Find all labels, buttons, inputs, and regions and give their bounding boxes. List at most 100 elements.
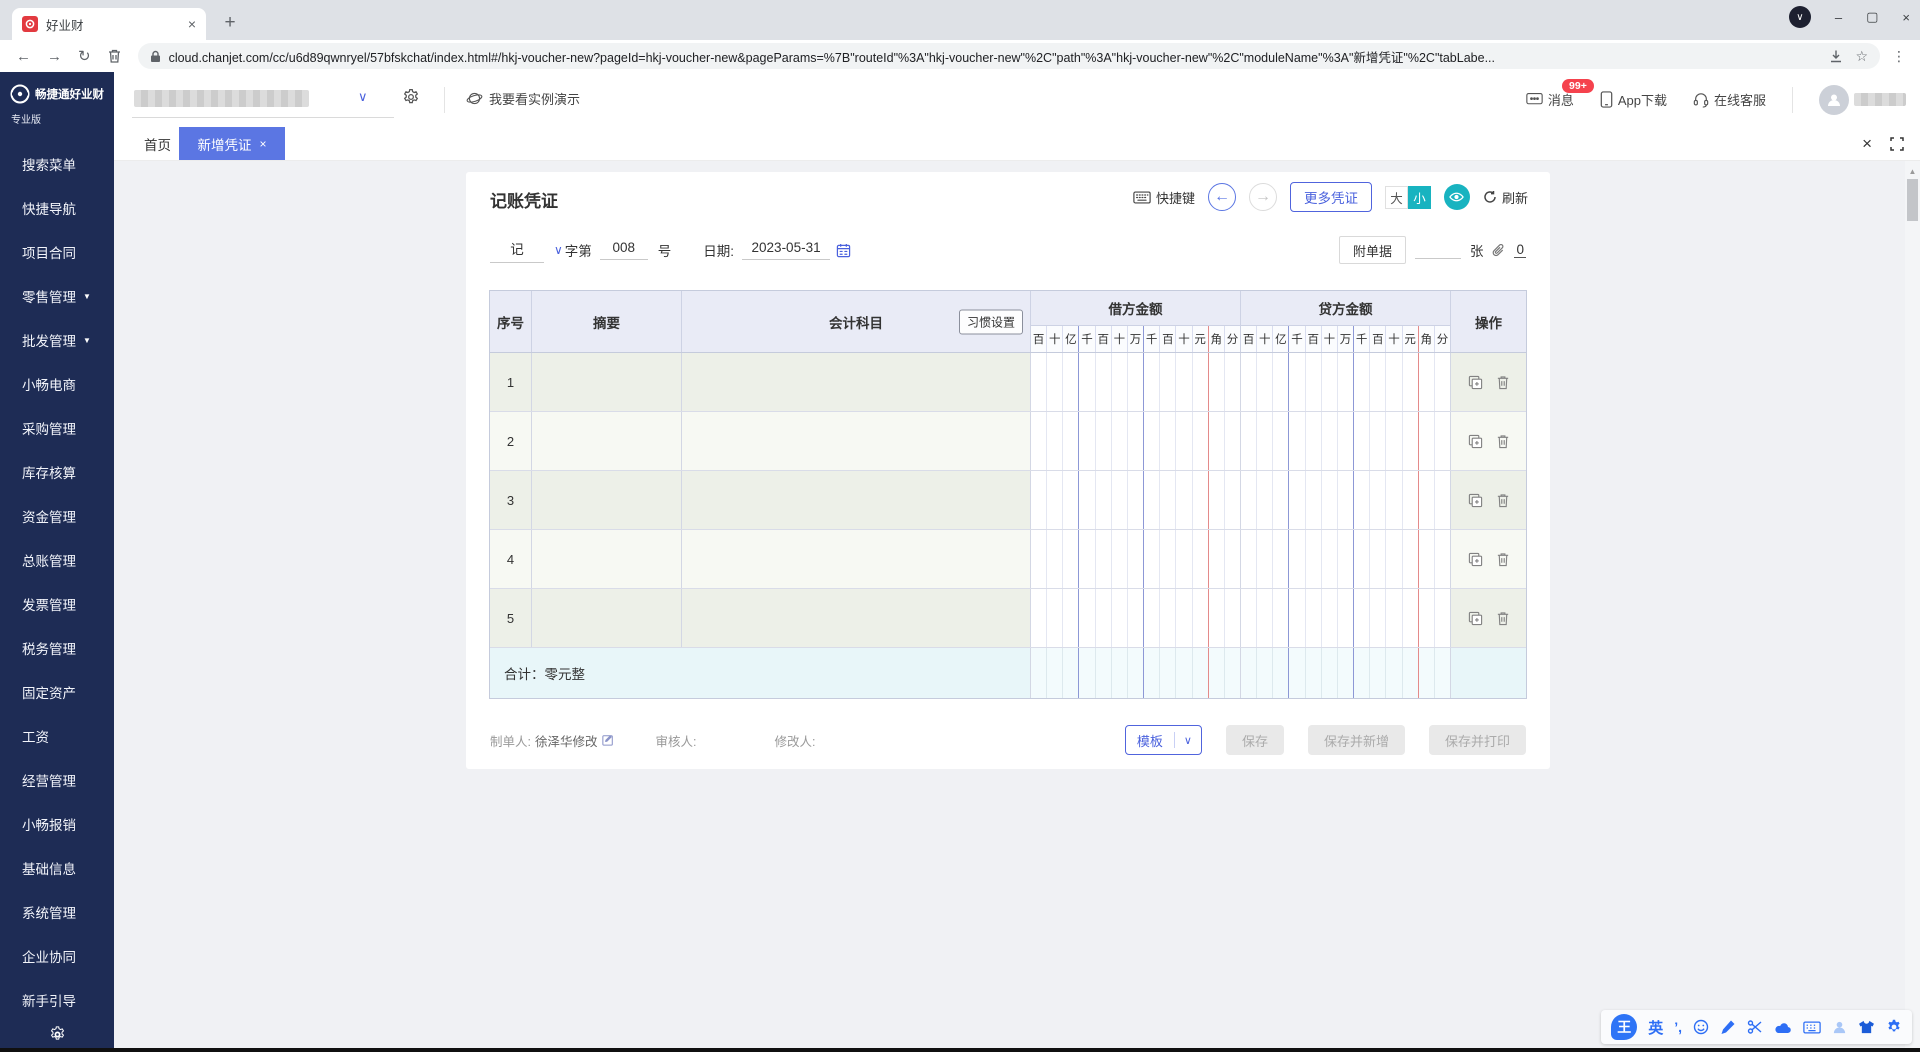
digit-cell[interactable] [1112, 412, 1128, 470]
digit-cell[interactable] [1047, 530, 1064, 588]
save-and-print-button[interactable]: 保存并打印 [1428, 725, 1526, 755]
digit-cell[interactable] [1370, 353, 1387, 411]
sidebar-item[interactable]: 采购管理 [0, 406, 114, 450]
header-gear-icon[interactable] [402, 88, 420, 106]
attach-count-input[interactable] [1414, 242, 1461, 259]
shortcut-keys-button[interactable]: 快捷键 [1133, 188, 1195, 207]
size-small-option[interactable]: 小 [1407, 185, 1431, 209]
digit-cell[interactable] [1354, 412, 1371, 470]
debit-amount-cell[interactable] [1031, 353, 1241, 411]
habit-settings-button[interactable]: 习惯设置 [958, 309, 1023, 334]
digit-cell[interactable] [1322, 471, 1338, 529]
bookmark-star-icon[interactable]: ☆ [1855, 48, 1868, 65]
digit-cell[interactable] [1144, 471, 1161, 529]
delete-row-icon[interactable] [1496, 434, 1510, 449]
copy-row-icon[interactable] [1468, 611, 1483, 626]
voucher-number-input[interactable]: 008 [599, 240, 648, 260]
digit-cell[interactable] [1370, 412, 1387, 470]
forward-button[interactable]: → [47, 48, 62, 65]
digit-cell[interactable] [1403, 471, 1419, 529]
digit-cell[interactable] [1031, 412, 1048, 470]
messages-button[interactable]: 消息 99+ [1526, 79, 1594, 109]
digit-cell[interactable] [1370, 471, 1387, 529]
fullscreen-icon[interactable] [1890, 137, 1904, 151]
delete-row-icon[interactable] [1496, 552, 1510, 567]
digit-cell[interactable] [1338, 353, 1355, 411]
window-minimize-button[interactable]: – [1835, 10, 1842, 25]
ime-logo-icon[interactable]: 王 [1611, 1014, 1638, 1040]
digit-cell[interactable] [1273, 412, 1290, 470]
digit-cell[interactable] [1419, 589, 1435, 647]
ime-account-person-icon[interactable] [1832, 1020, 1847, 1035]
sidebar-item[interactable]: 库存核算 [0, 450, 114, 494]
digit-cell[interactable] [1273, 471, 1290, 529]
company-selector[interactable] [134, 90, 309, 107]
digit-cell[interactable] [1209, 412, 1225, 470]
digit-cell[interactable] [1160, 530, 1177, 588]
trash-extension-icon[interactable] [107, 48, 122, 64]
digit-cell[interactable] [1419, 530, 1435, 588]
digit-cell[interactable] [1241, 530, 1258, 588]
copy-row-icon[interactable] [1468, 552, 1483, 567]
digit-cell[interactable] [1386, 412, 1403, 470]
attach-doc-button[interactable]: 附单据 [1338, 236, 1406, 264]
digit-cell[interactable] [1241, 589, 1258, 647]
sidebar-item[interactable]: 固定资产 [0, 670, 114, 714]
digit-cell[interactable] [1079, 471, 1096, 529]
ime-emoji-icon[interactable] [1693, 1019, 1709, 1035]
digit-cell[interactable] [1370, 530, 1387, 588]
digit-cell[interactable] [1063, 412, 1080, 470]
debit-amount-cell[interactable] [1031, 412, 1241, 470]
account-cell[interactable] [682, 412, 1031, 470]
digit-cell[interactable] [1403, 353, 1419, 411]
tab-new-voucher[interactable]: 新增凭证 × [179, 127, 285, 160]
digit-cell[interactable] [1047, 412, 1064, 470]
size-large-option[interactable]: 大 [1384, 185, 1408, 209]
digit-cell[interactable] [1386, 530, 1403, 588]
account-cell[interactable] [682, 471, 1031, 529]
download-icon[interactable] [1829, 49, 1843, 63]
sidebar-item[interactable]: 批发管理 ▼ [0, 318, 114, 362]
online-service-button[interactable]: 在线客服 [1693, 90, 1766, 109]
delete-row-icon[interactable] [1496, 375, 1510, 390]
digit-cell[interactable] [1193, 412, 1209, 470]
summary-cell[interactable] [532, 530, 682, 588]
digit-cell[interactable] [1047, 471, 1064, 529]
sidebar-item[interactable]: 工资 [0, 714, 114, 758]
digit-cell[interactable] [1160, 353, 1177, 411]
sidebar-item[interactable]: 企业协同 [0, 934, 114, 978]
digit-cell[interactable] [1176, 471, 1193, 529]
digit-cell[interactable] [1241, 353, 1258, 411]
digit-cell[interactable] [1257, 589, 1274, 647]
window-maximize-button[interactable]: ▢ [1866, 9, 1878, 25]
browser-menu-icon[interactable]: ⋮ [1892, 48, 1906, 65]
digit-cell[interactable] [1273, 353, 1290, 411]
digit-cell[interactable] [1306, 471, 1322, 529]
window-close-button[interactable]: × [1902, 10, 1910, 25]
voucher-word-input[interactable]: 记 [490, 238, 544, 263]
digit-cell[interactable] [1063, 589, 1080, 647]
sidebar-item[interactable]: 项目合同 [0, 230, 114, 274]
digit-cell[interactable] [1403, 530, 1419, 588]
digit-cell[interactable] [1370, 589, 1387, 647]
ime-language-toggle[interactable]: 英 [1648, 1017, 1663, 1038]
digit-cell[interactable] [1435, 530, 1450, 588]
digit-cell[interactable] [1225, 530, 1240, 588]
delete-row-icon[interactable] [1496, 611, 1510, 626]
demo-link[interactable]: 我要看实例演示 [466, 89, 580, 108]
calendar-icon[interactable] [836, 243, 851, 258]
digit-cell[interactable] [1225, 353, 1240, 411]
scrollbar-thumb[interactable] [1907, 179, 1918, 221]
ime-scissors-icon[interactable] [1747, 1019, 1763, 1035]
template-button-label[interactable]: 模板 [1126, 731, 1174, 750]
digit-cell[interactable] [1435, 589, 1450, 647]
digit-cell[interactable] [1289, 412, 1306, 470]
sidebar-item[interactable]: 总账管理 [0, 538, 114, 582]
sidebar-item[interactable]: 小畅报销 [0, 802, 114, 846]
digit-cell[interactable] [1096, 471, 1112, 529]
url-text[interactable]: cloud.chanjet.com/cc/u6d89qwnryel/57bfsk… [169, 47, 1818, 66]
browser-tab[interactable]: 好业财 × [12, 8, 206, 40]
digit-cell[interactable] [1063, 530, 1080, 588]
digit-cell[interactable] [1306, 530, 1322, 588]
digit-cell[interactable] [1209, 530, 1225, 588]
